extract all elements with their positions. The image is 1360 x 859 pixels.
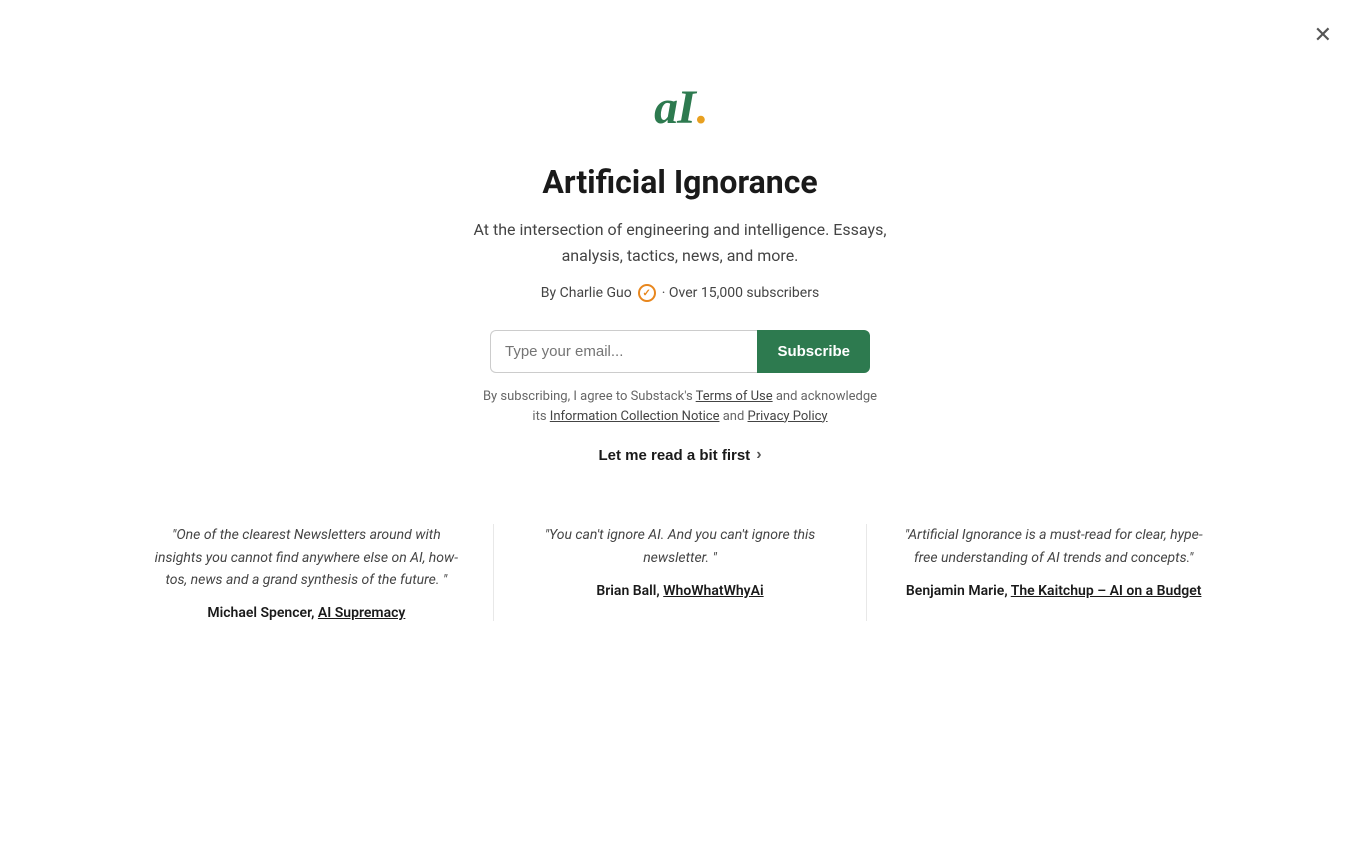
testimonial-1: "One of the clearest Newsletters around … (120, 524, 494, 621)
close-button[interactable]: ✕ (1306, 20, 1340, 50)
testimonial-3-quote: "Artificial Ignorance is a must-read for… (897, 524, 1210, 569)
subscribe-form: Subscribe (490, 330, 870, 373)
verified-icon: ✓ (638, 284, 656, 302)
main-container: aI. Artificial Ignorance At the intersec… (0, 0, 1360, 661)
testimonial-3: "Artificial Ignorance is a must-read for… (867, 524, 1240, 621)
chevron-right-icon: › (756, 446, 761, 464)
testimonials-container: "One of the clearest Newsletters around … (80, 524, 1280, 621)
subscribers-count: · Over 15,000 subscribers (662, 285, 819, 301)
legal-prefix: By subscribing, I agree to Substack's (483, 389, 693, 404)
testimonial-3-author: Benjamin Marie, The Kaitchup – AI on a B… (897, 583, 1210, 599)
logo: aI. (654, 81, 706, 134)
author-name: By Charlie Guo (541, 285, 632, 301)
testimonial-3-author-name: Benjamin Marie, (906, 583, 1008, 599)
logo-dot: . (695, 81, 706, 134)
testimonial-2-author-name: Brian Ball, (596, 583, 659, 599)
testimonial-2-author-link[interactable]: WhoWhatWhyAi (663, 583, 763, 599)
legal-and: and (723, 409, 745, 424)
email-input[interactable] (490, 330, 757, 373)
testimonial-2-quote: "You can't ignore AI. And you can't igno… (524, 524, 837, 569)
testimonial-1-author-name: Michael Spencer, (207, 605, 314, 621)
testimonial-1-author-link[interactable]: AI Supremacy (318, 605, 405, 621)
read-first-label: Let me read a bit first (598, 447, 750, 464)
information-collection-link[interactable]: Information Collection Notice (550, 409, 720, 424)
testimonial-2-author: Brian Ball, WhoWhatWhyAi (524, 583, 837, 599)
testimonial-3-author-link[interactable]: The Kaitchup – AI on a Budget (1011, 583, 1202, 599)
testimonial-2: "You can't ignore AI. And you can't igno… (494, 524, 868, 621)
author-line: By Charlie Guo ✓ · Over 15,000 subscribe… (541, 284, 819, 302)
terms-of-use-link[interactable]: Terms of Use (696, 389, 773, 404)
newsletter-description: At the intersection of engineering and i… (470, 217, 890, 268)
privacy-policy-link[interactable]: Privacy Policy (748, 409, 828, 424)
testimonial-1-quote: "One of the clearest Newsletters around … (150, 524, 463, 591)
newsletter-title: Artificial Ignorance (542, 163, 817, 201)
testimonial-1-author: Michael Spencer, AI Supremacy (150, 605, 463, 621)
logo-container: aI. (654, 80, 706, 135)
legal-text: By subscribing, I agree to Substack's Te… (480, 387, 880, 426)
subscribe-button[interactable]: Subscribe (757, 330, 870, 373)
read-first-button[interactable]: Let me read a bit first › (598, 446, 761, 464)
logo-text-part: aI (654, 81, 695, 134)
